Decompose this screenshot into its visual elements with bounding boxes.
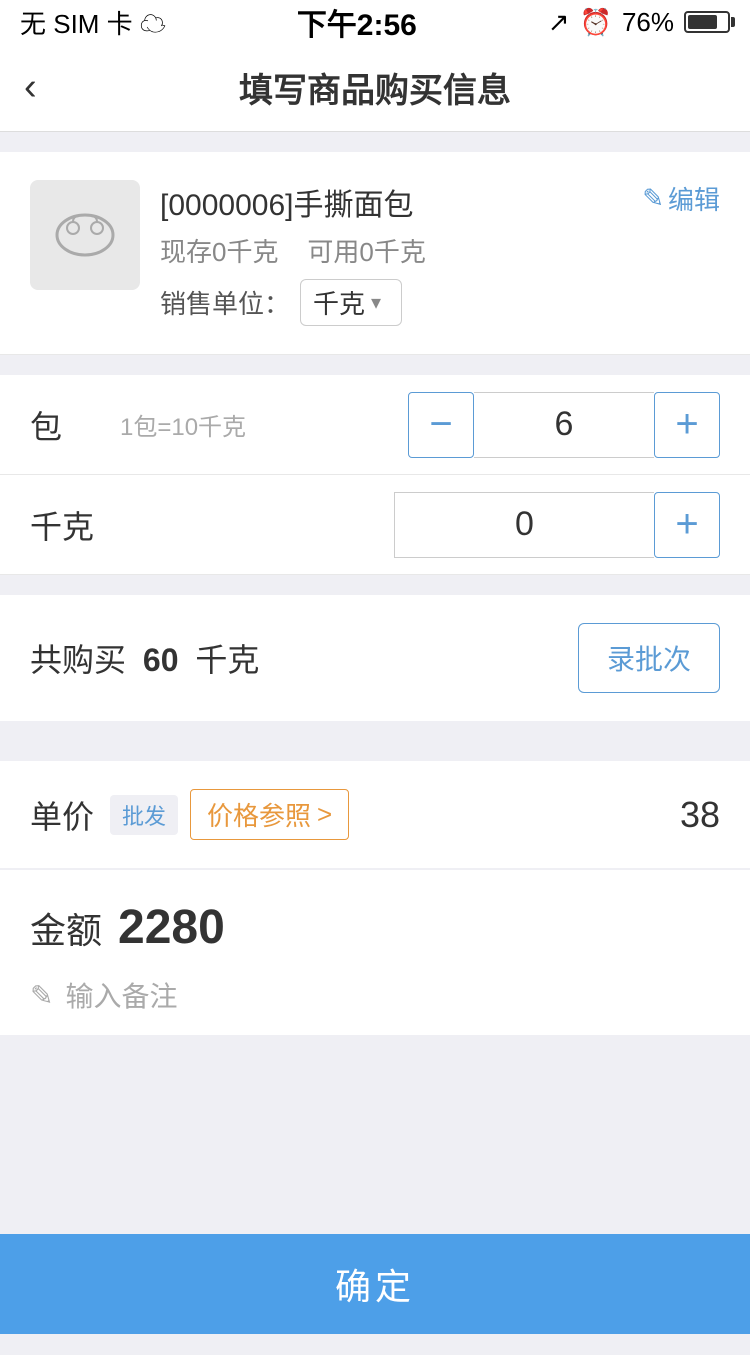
status-left: 无 SIM 卡 ☁ bbox=[20, 4, 166, 41]
total-row: 共购买 60 千克 录批次 bbox=[0, 595, 750, 721]
price-ref-label: 价格参照 bbox=[207, 796, 311, 833]
page-title: 填写商品购买信息 bbox=[239, 63, 511, 112]
edit-label: 编辑 bbox=[668, 180, 720, 217]
status-bar: 无 SIM 卡 ☁ 下午2:56 ↗ ⏰ 76% bbox=[0, 0, 750, 44]
qianke-stepper: + bbox=[394, 492, 720, 558]
amount-section: 金额 2280 ✎ 输入备注 bbox=[0, 870, 750, 1035]
remark-placeholder[interactable]: 输入备注 bbox=[65, 975, 177, 1015]
total-unit: 千克 bbox=[195, 642, 259, 678]
unit-selector[interactable]: 千克 ▾ bbox=[300, 279, 402, 326]
product-name-row: [0000006]手撕面包 ✎ 编辑 bbox=[160, 180, 720, 224]
bao-label: 包 bbox=[30, 402, 110, 448]
alarm-icon: ⏰ bbox=[580, 7, 612, 38]
price-label: 单价 bbox=[30, 792, 94, 838]
bao-row: 包 1包=10千克 − + bbox=[0, 375, 750, 475]
qianke-row: 千克 + bbox=[0, 475, 750, 575]
amount-label: 金额 bbox=[30, 902, 102, 954]
edit-icon: ✎ bbox=[642, 183, 664, 214]
amount-value: 2280 bbox=[118, 900, 225, 955]
record-batch-button[interactable]: 录批次 bbox=[578, 623, 720, 693]
confirm-button[interactable]: 确定 bbox=[0, 1234, 750, 1334]
total-amount: 60 bbox=[143, 642, 179, 678]
bao-input[interactable] bbox=[474, 392, 654, 458]
section-divider-2 bbox=[0, 355, 750, 375]
section-divider-1 bbox=[0, 132, 750, 152]
bao-plus-button[interactable]: + bbox=[654, 392, 720, 458]
location-icon: ↗ bbox=[548, 7, 570, 38]
amount-row: 金额 2280 bbox=[30, 900, 720, 955]
confirm-btn-container: 确定 bbox=[0, 1234, 750, 1334]
bao-sublabel: 1包=10千克 bbox=[120, 407, 246, 442]
nav-bar: ‹ 填写商品购买信息 bbox=[0, 44, 750, 132]
battery-icon bbox=[684, 11, 730, 33]
unit-value: 千克 bbox=[313, 284, 365, 321]
unit-label: 销售单位： bbox=[160, 284, 290, 321]
total-prefix: 共购买 bbox=[30, 642, 126, 678]
product-image bbox=[30, 180, 140, 290]
qianke-label: 千克 bbox=[30, 502, 110, 548]
remark-icon: ✎ bbox=[30, 979, 53, 1012]
battery-label: 76% bbox=[622, 7, 674, 38]
bao-stepper: − + bbox=[408, 392, 720, 458]
qianke-plus-button[interactable]: + bbox=[654, 492, 720, 558]
bao-section: 包 1包=10千克 − + 千克 + bbox=[0, 375, 750, 575]
chevron-down-icon: ▾ bbox=[371, 290, 381, 315]
product-name: [0000006]手撕面包 bbox=[160, 180, 642, 224]
edit-button[interactable]: ✎ 编辑 bbox=[642, 180, 720, 217]
price-value: 38 bbox=[680, 794, 720, 836]
section-divider-3 bbox=[0, 575, 750, 595]
qianke-input[interactable] bbox=[394, 492, 654, 558]
remark-row[interactable]: ✎ 输入备注 bbox=[30, 975, 720, 1015]
product-unit-row: 销售单位： 千克 ▾ bbox=[160, 279, 720, 326]
sim-label: 无 SIM 卡 ☁ bbox=[20, 4, 166, 41]
product-stock: 现存0千克 可用0千克 bbox=[160, 232, 720, 269]
bao-minus-button[interactable]: − bbox=[408, 392, 474, 458]
status-right: ↗ ⏰ 76% bbox=[548, 7, 730, 38]
price-ref-button[interactable]: 价格参照 > bbox=[190, 789, 349, 840]
price-row: 单价 批发 价格参照 > 38 bbox=[0, 761, 750, 868]
price-batch-tag: 批发 bbox=[110, 795, 178, 835]
price-ref-icon: > bbox=[317, 799, 332, 830]
product-info: [0000006]手撕面包 ✎ 编辑 现存0千克 可用0千克 销售单位： 千克 … bbox=[160, 180, 720, 326]
total-text: 共购买 60 千克 bbox=[30, 635, 259, 681]
stock-available: 可用0千克 bbox=[307, 237, 425, 267]
status-time: 下午2:56 bbox=[297, 0, 417, 44]
section-divider-4 bbox=[0, 721, 750, 741]
stock-current: 现存0千克 bbox=[160, 237, 278, 267]
back-button[interactable]: ‹ bbox=[24, 66, 37, 109]
product-card: [0000006]手撕面包 ✎ 编辑 现存0千克 可用0千克 销售单位： 千克 … bbox=[0, 152, 750, 355]
